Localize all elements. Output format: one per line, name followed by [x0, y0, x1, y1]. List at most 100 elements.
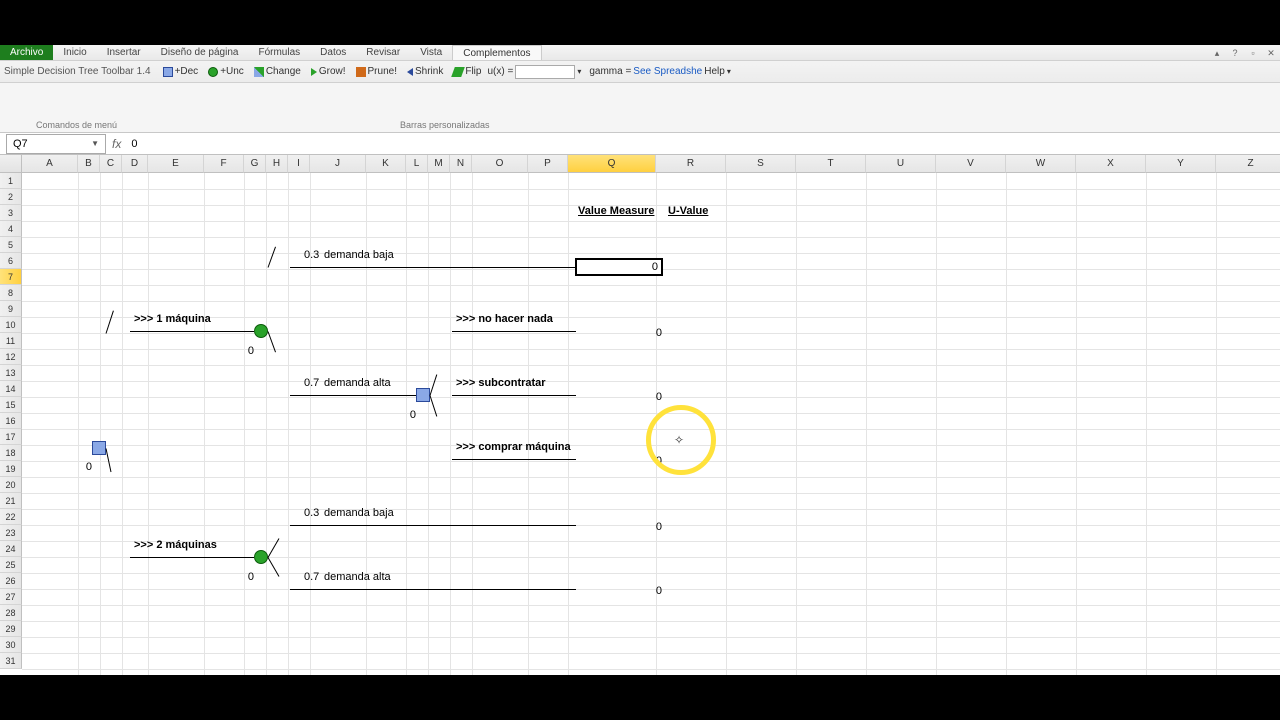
btn-add-uncertainty[interactable]: +Unc: [204, 65, 248, 78]
root-decision-node[interactable]: [92, 441, 106, 455]
col-header-K[interactable]: K: [366, 155, 406, 173]
row-header-18[interactable]: 18: [0, 445, 22, 461]
tab-file[interactable]: Archivo: [0, 45, 53, 60]
row-header-6[interactable]: 6: [0, 253, 22, 269]
col-header-I[interactable]: I: [288, 155, 310, 173]
tab-insertar[interactable]: Insertar: [97, 45, 151, 60]
row-header-13[interactable]: 13: [0, 365, 22, 381]
b2-c1-value: 0: [642, 521, 662, 533]
tab-inicio[interactable]: Inicio: [53, 45, 96, 60]
col-header-B[interactable]: B: [78, 155, 100, 173]
col-header-W[interactable]: W: [1006, 155, 1076, 173]
formula-input[interactable]: 0: [127, 138, 1280, 150]
col-header-N[interactable]: N: [450, 155, 472, 173]
row-header-3[interactable]: 3: [0, 205, 22, 221]
col-header-U[interactable]: U: [866, 155, 936, 173]
header-value-measure: Value Measure: [578, 205, 654, 217]
ribbon-minimize-icon[interactable]: ▴: [1210, 46, 1224, 60]
btn-add-decision[interactable]: +Dec: [159, 65, 203, 78]
spreadsheet-grid[interactable]: ABCDEFGHIJKLMNOPQRSTUVWXYZ 1234567891011…: [0, 155, 1280, 675]
row-header-26[interactable]: 26: [0, 573, 22, 589]
select-all-corner[interactable]: [0, 155, 22, 173]
branch1-label: >>> 1 máquina: [134, 313, 211, 325]
col-header-X[interactable]: X: [1076, 155, 1146, 173]
addon-toolbar: Simple Decision Tree Toolbar 1.4 +Dec +U…: [0, 61, 1280, 83]
change-icon: [254, 67, 264, 77]
row-header-15[interactable]: 15: [0, 397, 22, 413]
col-header-E[interactable]: E: [148, 155, 204, 173]
b1-c2-prob: 0.7: [304, 377, 319, 389]
col-header-O[interactable]: O: [472, 155, 528, 173]
col-header-J[interactable]: J: [310, 155, 366, 173]
btn-grow[interactable]: Grow!: [307, 65, 350, 78]
row-header-24[interactable]: 24: [0, 541, 22, 557]
col-header-M[interactable]: M: [428, 155, 450, 173]
row-header-19[interactable]: 19: [0, 461, 22, 477]
col-header-Y[interactable]: Y: [1146, 155, 1216, 173]
tab-vista[interactable]: Vista: [410, 45, 452, 60]
row-header-23[interactable]: 23: [0, 525, 22, 541]
col-header-L[interactable]: L: [406, 155, 428, 173]
row-header-22[interactable]: 22: [0, 509, 22, 525]
tab-formulas[interactable]: Fórmulas: [248, 45, 310, 60]
ux-dropdown[interactable]: [515, 65, 575, 79]
col-header-Q[interactable]: Q: [568, 155, 656, 173]
row-header-14[interactable]: 14: [0, 381, 22, 397]
row-header-11[interactable]: 11: [0, 333, 22, 349]
tab-datos[interactable]: Datos: [310, 45, 356, 60]
name-box[interactable]: Q7 ▼: [6, 134, 106, 154]
window-close-icon[interactable]: ✕: [1264, 46, 1278, 60]
col-header-Z[interactable]: Z: [1216, 155, 1280, 173]
row-header-2[interactable]: 2: [0, 189, 22, 205]
row-header-5[interactable]: 5: [0, 237, 22, 253]
col-header-T[interactable]: T: [796, 155, 866, 173]
help-icon[interactable]: ?: [1228, 46, 1242, 60]
branch1-chance-node[interactable]: [254, 324, 268, 338]
row-header-30[interactable]: 30: [0, 637, 22, 653]
b1-c2-decision-node[interactable]: [416, 388, 430, 402]
btn-flip[interactable]: Flip: [449, 65, 485, 78]
row-header-27[interactable]: 27: [0, 589, 22, 605]
row-header-16[interactable]: 16: [0, 413, 22, 429]
fx-icon[interactable]: fx: [112, 137, 121, 151]
help-link[interactable]: See Spreadshe: [633, 66, 702, 77]
tab-revisar[interactable]: Revisar: [356, 45, 410, 60]
row-header-21[interactable]: 21: [0, 493, 22, 509]
row-header-25[interactable]: 25: [0, 557, 22, 573]
row-header-7[interactable]: 7: [0, 269, 22, 285]
row-header-17[interactable]: 17: [0, 429, 22, 445]
col-header-R[interactable]: R: [656, 155, 726, 173]
branch2-chance-node[interactable]: [254, 550, 268, 564]
row-header-8[interactable]: 8: [0, 285, 22, 301]
col-header-A[interactable]: A: [22, 155, 78, 173]
row-header-28[interactable]: 28: [0, 605, 22, 621]
tab-diseno[interactable]: Diseño de página: [151, 45, 249, 60]
col-header-C[interactable]: C: [100, 155, 122, 173]
col-header-S[interactable]: S: [726, 155, 796, 173]
row-header-4[interactable]: 4: [0, 221, 22, 237]
decision-tree: Value Measure U-Value 0 >>> 1 máquina 0 …: [22, 173, 1280, 675]
row-header-29[interactable]: 29: [0, 621, 22, 637]
btn-prune[interactable]: Prune!: [352, 65, 401, 78]
row-header-10[interactable]: 10: [0, 317, 22, 333]
b2-c2-value: 0: [642, 585, 662, 597]
row-header-12[interactable]: 12: [0, 349, 22, 365]
row-header-1[interactable]: 1: [0, 173, 22, 189]
btn-shrink[interactable]: Shrink: [403, 65, 447, 78]
col-header-H[interactable]: H: [266, 155, 288, 173]
col-header-G[interactable]: G: [244, 155, 266, 173]
btn-change[interactable]: Change: [250, 65, 305, 78]
col-header-V[interactable]: V: [936, 155, 1006, 173]
col-header-D[interactable]: D: [122, 155, 148, 173]
col-header-P[interactable]: P: [528, 155, 568, 173]
row-header-9[interactable]: 9: [0, 301, 22, 317]
col-header-F[interactable]: F: [204, 155, 244, 173]
row-header-31[interactable]: 31: [0, 653, 22, 669]
selected-cell[interactable]: 0: [575, 258, 663, 276]
tab-complementos[interactable]: Complementos: [452, 45, 541, 60]
shrink-icon: [407, 68, 413, 76]
row-header-20[interactable]: 20: [0, 477, 22, 493]
window-restore-icon[interactable]: ▫: [1246, 46, 1260, 60]
help-menu[interactable]: Help: [704, 66, 725, 77]
cursor-icon: [674, 433, 684, 447]
